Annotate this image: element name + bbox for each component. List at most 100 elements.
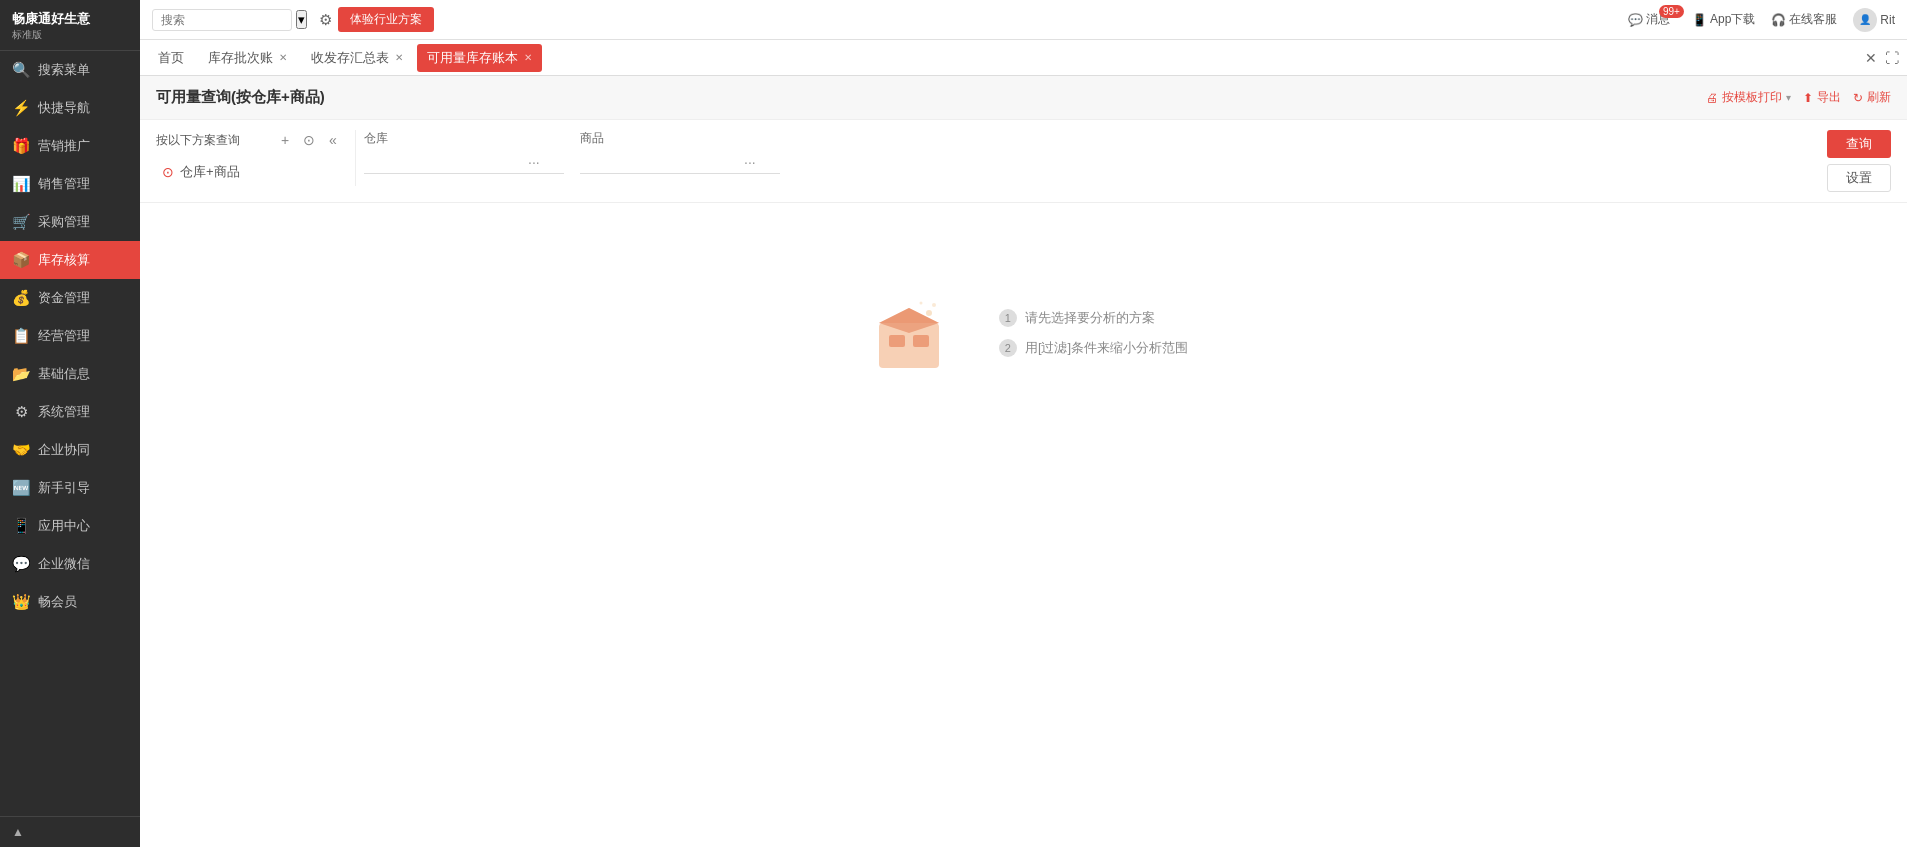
refresh-icon: ↻: [1853, 91, 1863, 105]
sidebar-logo: 畅康通好生意 标准版: [0, 0, 140, 51]
product-dots-button[interactable]: ···: [744, 154, 756, 170]
product-input[interactable]: [580, 155, 740, 170]
tab-close-batch[interactable]: ✕: [279, 52, 287, 63]
sidebar-item-finance[interactable]: 💰 资金管理: [0, 279, 140, 317]
tip-item-2: 2 用[过滤]条件来缩小分析范围: [999, 339, 1188, 357]
filter-settings-button[interactable]: 设置: [1827, 164, 1891, 192]
filter-scheme-title: 按以下方案查询: [156, 132, 240, 149]
svg-point-6: [932, 303, 936, 307]
add-scheme-button[interactable]: +: [275, 130, 295, 150]
appstore-icon: 📱: [12, 517, 30, 535]
warehouse-input[interactable]: [364, 155, 524, 170]
sidebar-item-inventory[interactable]: 📦 库存核算: [0, 241, 140, 279]
app-download-link[interactable]: 📱 App下载: [1692, 11, 1755, 28]
filter-field-product: 商品 ···: [580, 130, 780, 174]
sidebar-item-member[interactable]: 👑 畅会员: [0, 583, 140, 621]
page-title: 可用量查询(按仓库+商品): [156, 88, 325, 107]
settings-scheme-button[interactable]: ⊙: [299, 130, 319, 150]
sidebar-label-guide: 新手引导: [38, 479, 90, 497]
sidebar-item-marketing[interactable]: 🎁 营销推广: [0, 127, 140, 165]
tip-num-2: 2: [999, 339, 1017, 357]
warehouse-input-wrapper: ···: [364, 151, 564, 174]
sidebar-label-enterprise: 企业协同: [38, 441, 90, 459]
sidebar-item-guide[interactable]: 🆕 新手引导: [0, 469, 140, 507]
close-tab-button[interactable]: ✕: [1865, 50, 1877, 66]
tab-label-home: 首页: [158, 49, 184, 67]
query-button[interactable]: 查询: [1827, 130, 1891, 158]
sidebar-label-sales: 销售管理: [38, 175, 90, 193]
warehouse-dots-button[interactable]: ···: [528, 154, 540, 170]
tabbar: 首页库存批次账✕收发存汇总表✕可用量库存账本✕ ✕ ⛶: [140, 40, 1907, 76]
sidebar-item-enterprise[interactable]: 🤝 企业协同: [0, 431, 140, 469]
user-profile[interactable]: 👤 Rit: [1853, 8, 1895, 32]
system-icon: ⚙: [12, 403, 30, 421]
sales-icon: 📊: [12, 175, 30, 193]
avatar: 👤: [1853, 8, 1877, 32]
tab-batch[interactable]: 库存批次账✕: [198, 44, 297, 72]
sidebar-item-system[interactable]: ⚙ 系统管理: [0, 393, 140, 431]
sidebar-item-search[interactable]: 🔍 搜索菜单: [0, 51, 140, 89]
sidebar-item-appstore[interactable]: 📱 应用中心: [0, 507, 140, 545]
tab-close-summary[interactable]: ✕: [395, 52, 403, 63]
sidebar-item-sales[interactable]: 📊 销售管理: [0, 165, 140, 203]
sidebar-label-member: 畅会员: [38, 593, 77, 611]
filter-fields: 仓库 ··· 商品 ···: [364, 130, 1819, 174]
tab-available[interactable]: 可用量库存账本✕: [417, 44, 542, 72]
sidebar: 畅康通好生意 标准版 🔍 搜索菜单 ⚡ 快捷导航 🎁 营销推广 📊 销售管理 🛒…: [0, 0, 140, 847]
page-actions: 🖨 按模板打印 ▾ ⬆ 导出 ↻ 刷新: [1706, 89, 1891, 106]
operations-icon: 📋: [12, 327, 30, 345]
marketing-icon: 🎁: [12, 137, 30, 155]
refresh-button[interactable]: ↻ 刷新: [1853, 89, 1891, 106]
app-name: 畅康通好生意: [12, 10, 128, 28]
filter-area: 按以下方案查询 + ⊙ « ⊙ 仓库+商品 仓库: [140, 120, 1907, 203]
sidebar-label-search: 搜索菜单: [38, 61, 90, 79]
tip-text-2: 用[过滤]条件来缩小分析范围: [1025, 339, 1188, 357]
message-badge: 99+: [1659, 5, 1684, 18]
shortcut-icon: ⚡: [12, 99, 30, 117]
finance-icon: 💰: [12, 289, 30, 307]
tabbar-right: ✕ ⛶: [1865, 50, 1899, 66]
collapse-scheme-button[interactable]: «: [323, 130, 343, 150]
online-service-link[interactable]: 🎧 在线客服: [1771, 11, 1837, 28]
trial-button[interactable]: 体验行业方案: [338, 7, 434, 32]
empty-state-content: 1 请先选择要分析的方案 2 用[过滤]条件来缩小分析范围: [859, 283, 1188, 383]
scheme-item-warehouse-product[interactable]: ⊙ 仓库+商品: [156, 158, 343, 186]
content-area: 可用量查询(按仓库+商品) 🖨 按模板打印 ▾ ⬆ 导出 ↻ 刷新: [140, 76, 1907, 847]
filter-scheme-panel: 按以下方案查询 + ⊙ « ⊙ 仓库+商品: [156, 130, 356, 186]
search-input[interactable]: [152, 9, 292, 31]
tip-text-1: 请先选择要分析的方案: [1025, 309, 1155, 327]
sidebar-nav: 🔍 搜索菜单 ⚡ 快捷导航 🎁 营销推广 📊 销售管理 🛒 采购管理 📦 库存核…: [0, 51, 140, 816]
sidebar-label-wechat: 企业微信: [38, 555, 90, 573]
sidebar-item-operations[interactable]: 📋 经营管理: [0, 317, 140, 355]
scheme-item-icon: ⊙: [162, 164, 174, 180]
print-label: 按模板打印: [1722, 89, 1782, 106]
user-name: Rit: [1880, 13, 1895, 27]
sidebar-item-wechat[interactable]: 💬 企业微信: [0, 545, 140, 583]
sidebar-label-appstore: 应用中心: [38, 517, 90, 535]
dropdown-icon[interactable]: ▾: [296, 10, 307, 29]
print-button[interactable]: 🖨 按模板打印 ▾: [1706, 89, 1791, 106]
filter-scheme-header: 按以下方案查询 + ⊙ «: [156, 130, 343, 150]
sidebar-bottom: ▲: [0, 816, 140, 847]
topbar: ▾ ⚙ 体验行业方案 💬 消息 99+ 📱 App下载 🎧 在线客服 👤 Rit: [140, 0, 1907, 40]
sidebar-item-shortcut[interactable]: ⚡ 快捷导航: [0, 89, 140, 127]
scheme-item-label: 仓库+商品: [180, 163, 240, 181]
tip-num-1: 1: [999, 309, 1017, 327]
expand-button[interactable]: ⛶: [1885, 50, 1899, 66]
print-chevron-icon: ▾: [1786, 92, 1791, 103]
main-area: ▾ ⚙ 体验行业方案 💬 消息 99+ 📱 App下载 🎧 在线客服 👤 Rit: [140, 0, 1907, 847]
sidebar-label-system: 系统管理: [38, 403, 90, 421]
app-download-label: App下载: [1710, 11, 1755, 28]
tab-close-available[interactable]: ✕: [524, 52, 532, 63]
headset-icon: 🎧: [1771, 13, 1786, 27]
svg-point-5: [926, 310, 932, 316]
gear-icon[interactable]: ⚙: [319, 11, 332, 29]
sidebar-item-base[interactable]: 📂 基础信息: [0, 355, 140, 393]
message-icon[interactable]: 💬 消息 99+: [1622, 11, 1676, 28]
tab-summary[interactable]: 收发存汇总表✕: [301, 44, 413, 72]
base-icon: 📂: [12, 365, 30, 383]
tab-home[interactable]: 首页: [148, 44, 194, 72]
sidebar-item-purchase[interactable]: 🛒 采购管理: [0, 203, 140, 241]
export-button[interactable]: ⬆ 导出: [1803, 89, 1841, 106]
sidebar-label-shortcut: 快捷导航: [38, 99, 90, 117]
